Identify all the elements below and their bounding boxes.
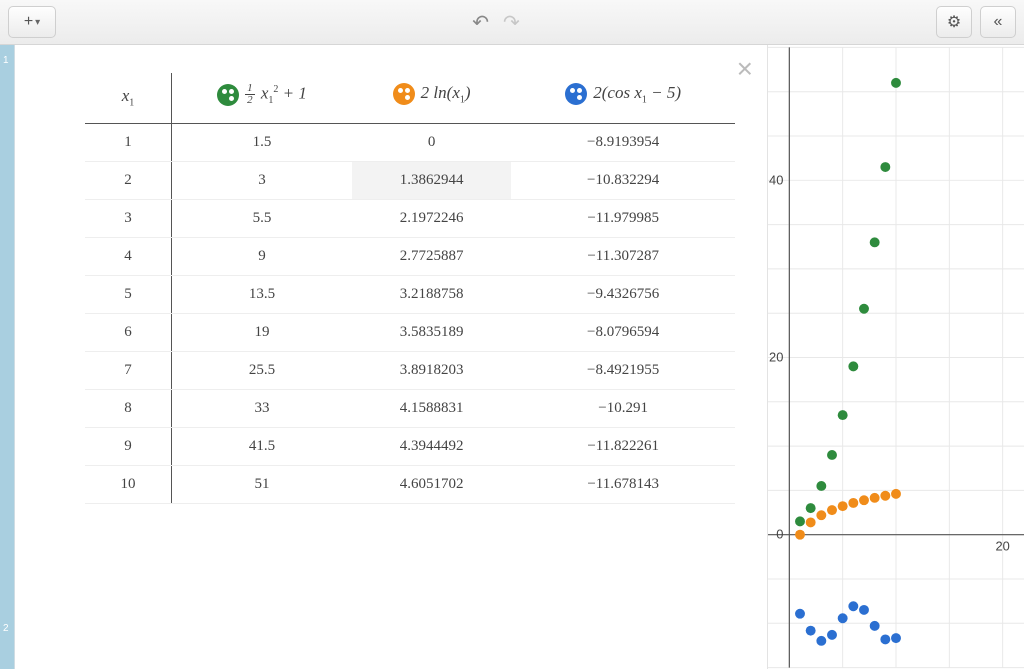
series-badge-icon [393,83,415,105]
table-row[interactable]: 941.54.3944492−11.822261 [85,427,735,465]
table-cell[interactable]: 5 [85,275,172,313]
table-cell[interactable]: 5.5 [172,199,352,237]
chevron-down-icon: ▾ [35,17,40,28]
expression-index[interactable]: 1 [3,55,9,66]
expression-index-gutter: 1 2 [0,45,15,669]
table-cell[interactable]: 10 [85,465,172,503]
table-cell[interactable]: 3.8918203 [352,351,511,389]
table-row[interactable]: 725.53.8918203−8.4921955 [85,351,735,389]
graph-area[interactable]: 40 20 0 20 [768,45,1024,669]
svg-text:40: 40 [769,172,783,187]
undo-button[interactable]: ↶ [472,10,489,35]
chevron-double-left-icon: « [994,13,1003,31]
table-row[interactable]: 492.7725887−11.307287 [85,237,735,275]
table-cell[interactable]: 1.3862944 [352,161,511,199]
collapse-panel-button[interactable]: « [980,6,1016,38]
table-cell[interactable]: 25.5 [172,351,352,389]
table-cell[interactable]: 4.3944492 [352,427,511,465]
col-header-x[interactable]: x1 [85,73,172,123]
settings-button[interactable]: ⚙ [936,6,972,38]
table-cell[interactable]: 0 [352,123,511,161]
table-cell[interactable]: 7 [85,351,172,389]
table-cell[interactable]: 6 [85,313,172,351]
table-row[interactable]: 8334.1588831−10.291 [85,389,735,427]
table-panel: × x1 12 x12 + 1 [15,45,768,669]
table-cell[interactable]: −9.4326756 [511,275,735,313]
series-badge-icon [217,84,239,106]
table-cell[interactable]: −10.832294 [511,161,735,199]
table-cell[interactable]: 9 [172,237,352,275]
table-cell[interactable]: 19 [172,313,352,351]
table-cell[interactable]: 4 [85,237,172,275]
table-cell[interactable]: 8 [85,389,172,427]
table-cell[interactable]: 4.1588831 [352,389,511,427]
table-row[interactable]: 10514.6051702−11.678143 [85,465,735,503]
table-cell[interactable]: −11.307287 [511,237,735,275]
expression-index[interactable]: 2 [3,623,9,634]
scatter-plot[interactable]: 40 20 0 20 [768,45,1024,669]
plus-icon: + [24,13,33,31]
series-badge-icon [565,83,587,105]
svg-text:20: 20 [996,539,1010,554]
svg-text:20: 20 [769,349,783,364]
col-header-y3[interactable]: 2(cos x1 − 5) [511,73,735,123]
add-expression-button[interactable]: + ▾ [8,6,56,38]
table-cell[interactable]: 1 [85,123,172,161]
table-row[interactable]: 6193.5835189−8.0796594 [85,313,735,351]
close-button[interactable]: × [737,55,753,83]
col-header-y2[interactable]: 2 ln(x1) [352,73,511,123]
table-cell[interactable]: 33 [172,389,352,427]
main: 1 2 × x1 12 x12 + 1 [0,45,1024,669]
table-cell[interactable]: 9 [85,427,172,465]
table-cell[interactable]: 3 [85,199,172,237]
table-cell[interactable]: −8.4921955 [511,351,735,389]
table-cell[interactable]: 3.2188758 [352,275,511,313]
table-cell[interactable]: 2.1972246 [352,199,511,237]
table-row[interactable]: 11.50−8.9193954 [85,123,735,161]
table-cell[interactable]: 2.7725887 [352,237,511,275]
table-cell[interactable]: 41.5 [172,427,352,465]
table-cell[interactable]: −11.979985 [511,199,735,237]
table-row[interactable]: 231.3862944−10.832294 [85,161,735,199]
table-cell[interactable]: 4.6051702 [352,465,511,503]
toolbar: + ▾ ↶ ↷ ⚙ « [0,0,1024,45]
svg-text:0: 0 [776,527,783,542]
col-header-y1[interactable]: 12 x12 + 1 [172,73,352,123]
table-cell[interactable]: 3 [172,161,352,199]
table-cell[interactable]: 1.5 [172,123,352,161]
table-cell[interactable]: 51 [172,465,352,503]
table-row[interactable]: 35.52.1972246−11.979985 [85,199,735,237]
table-cell[interactable]: 2 [85,161,172,199]
table-cell[interactable]: −10.291 [511,389,735,427]
table-row[interactable]: 513.53.2188758−9.4326756 [85,275,735,313]
gear-icon: ⚙ [947,12,961,32]
table-cell[interactable]: 13.5 [172,275,352,313]
table-cell[interactable]: −8.9193954 [511,123,735,161]
table-cell[interactable]: −8.0796594 [511,313,735,351]
table-cell[interactable]: 3.5835189 [352,313,511,351]
table-cell[interactable]: −11.678143 [511,465,735,503]
table-cell[interactable]: −11.822261 [511,427,735,465]
data-table: x1 12 x12 + 1 2 ln(x1) [85,73,735,504]
history-controls: ↶ ↷ [472,10,520,35]
redo-button[interactable]: ↷ [503,10,520,35]
